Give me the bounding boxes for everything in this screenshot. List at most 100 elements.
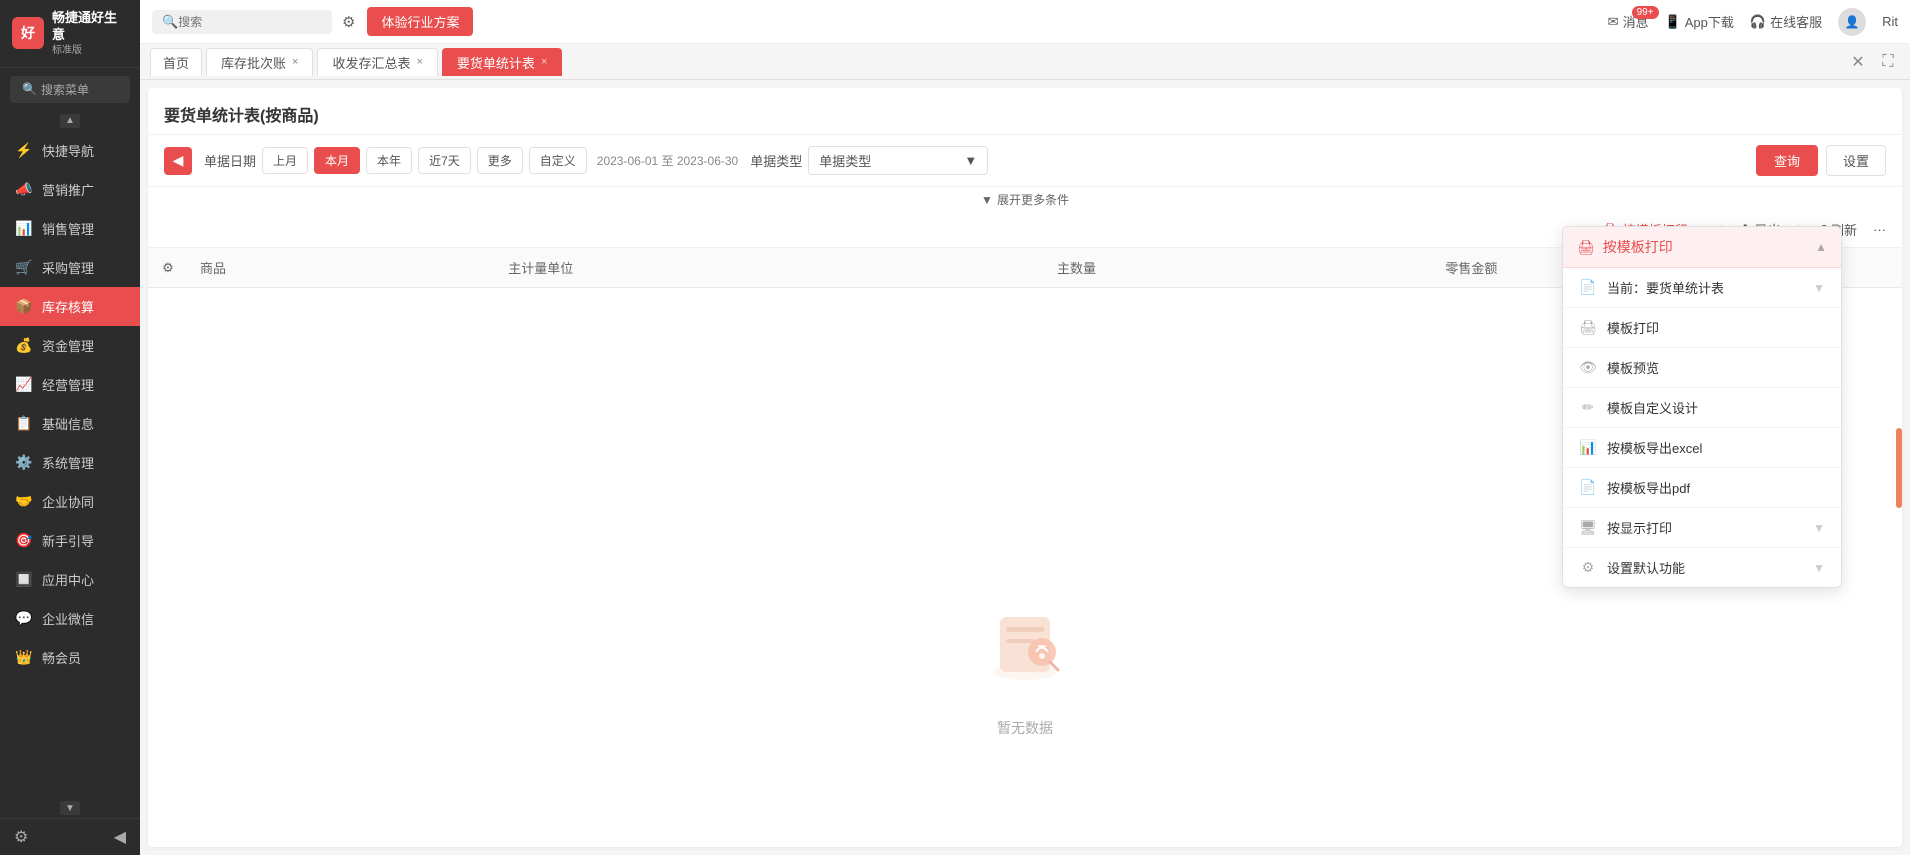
sidebar-item-quick-nav[interactable]: ⚡ 快捷导航 bbox=[0, 131, 140, 170]
dropdown-default-func[interactable]: ⚙ 设置默认功能 ▼ bbox=[1563, 548, 1841, 587]
filter-toggle-btn[interactable]: ◀ bbox=[164, 147, 192, 175]
page-title: 要货单统计表(按商品) bbox=[164, 102, 1886, 126]
sidebar-item-newbie[interactable]: 🎯 新手引导 bbox=[0, 521, 140, 560]
scroll-up-btn[interactable]: ▲ bbox=[60, 114, 80, 128]
tab-close-all-btn[interactable]: ✕ bbox=[1846, 50, 1870, 74]
settings-button[interactable]: 设置 bbox=[1826, 145, 1886, 176]
dropdown-display-left: 🖥 按显示打印 bbox=[1579, 518, 1672, 537]
tab-order-stats[interactable]: 要货单统计表 × bbox=[442, 48, 562, 76]
sidebar-collapse-btn[interactable]: ◀ bbox=[114, 827, 126, 847]
sidebar-item-system[interactable]: ⚙️ 系统管理 bbox=[0, 443, 140, 482]
expand-label: 展开更多条件 bbox=[997, 191, 1069, 208]
filter-type-group: 单据类型 单据类型 ▼ bbox=[750, 146, 988, 175]
topbar: 🔍 ⚙ 体验行业方案 ✉ 消息 99+ 📱 App下载 🎧 在线客服 👤 Rit bbox=[140, 0, 1910, 44]
tab-order-stats-close[interactable]: × bbox=[541, 56, 547, 68]
sidebar-item-vip[interactable]: 👑 畅会员 bbox=[0, 638, 140, 677]
dropdown-current-template[interactable]: 📄 当前：要货单统计表 ▼ bbox=[1563, 268, 1841, 308]
template-print-label: 模板打印 bbox=[1607, 318, 1659, 337]
filter-date-current-month[interactable]: 本月 bbox=[314, 147, 360, 174]
topbar-app-download[interactable]: 📱 App下载 bbox=[1665, 12, 1734, 31]
sidebar-logo: 好 畅捷通好生意 标准版 bbox=[0, 0, 140, 68]
sidebar-item-inventory[interactable]: 📦 库存核算 bbox=[0, 287, 140, 326]
filter-date-label: 单据日期 bbox=[204, 151, 256, 170]
user-avatar[interactable]: 👤 bbox=[1838, 8, 1866, 36]
sidebar-item-label-basic: 基础信息 bbox=[42, 414, 94, 433]
dropdown-header[interactable]: 🖨 按模板打印 ▲ bbox=[1563, 227, 1841, 268]
topbar-search-box[interactable]: 🔍 bbox=[152, 10, 332, 34]
app-version: 标准版 bbox=[52, 44, 128, 57]
empty-text: 暂无数据 bbox=[997, 718, 1053, 738]
app-download-icon: 📱 bbox=[1665, 14, 1681, 30]
print-dropdown-panel: 🖨 按模板打印 ▲ 📄 当前：要货单统计表 ▼ 🖨 模板打印 bbox=[1562, 226, 1842, 588]
system-icon: ⚙️ bbox=[14, 454, 34, 471]
filter-date-more[interactable]: 更多 bbox=[477, 147, 523, 174]
tab-receivable-summary[interactable]: 收发存汇总表 × bbox=[317, 48, 437, 76]
dropdown-current-label: 当前：要货单统计表 bbox=[1607, 278, 1724, 297]
dropdown-template-excel[interactable]: 📊 按模板导出excel bbox=[1563, 428, 1841, 468]
inventory-icon: 📦 bbox=[14, 298, 34, 315]
sidebar-item-wechat[interactable]: 💬 企业微信 bbox=[0, 599, 140, 638]
dropdown-template-custom-design[interactable]: ✏ 模板自定义设计 bbox=[1563, 388, 1841, 428]
dropdown-template-preview[interactable]: 👁 模板预览 bbox=[1563, 348, 1841, 388]
topbar-messages[interactable]: ✉ 消息 99+ bbox=[1608, 12, 1649, 31]
messages-badge: 99+ bbox=[1632, 6, 1659, 19]
more-icon: ··· bbox=[1873, 222, 1886, 237]
scroll-down-btn[interactable]: ▼ bbox=[60, 801, 80, 815]
tab-home[interactable]: 首页 bbox=[150, 48, 202, 76]
filter-date-7days[interactable]: 近7天 bbox=[418, 147, 471, 174]
current-template-chevron: ▼ bbox=[1813, 281, 1825, 295]
page-container: 要货单统计表(按商品) ◀ 单据日期 上月 本月 本年 近7天 更多 自定义 2… bbox=[148, 88, 1902, 847]
more-options-btn[interactable]: ··· bbox=[1873, 222, 1886, 237]
topbar-gear-icon[interactable]: ⚙ bbox=[342, 13, 355, 31]
template-design-icon: ✏ bbox=[1579, 399, 1597, 416]
filter-date-prev-month[interactable]: 上月 bbox=[262, 147, 308, 174]
sidebar-item-apps[interactable]: 🔲 应用中心 bbox=[0, 560, 140, 599]
sidebar-item-label-quick-nav: 快捷导航 bbox=[42, 141, 94, 160]
expand-icon: ▼ bbox=[981, 193, 993, 207]
trial-button[interactable]: 体验行业方案 bbox=[367, 7, 473, 36]
dropdown-display-print[interactable]: 🖥 按显示打印 ▼ bbox=[1563, 508, 1841, 548]
filter-date-group: 单据日期 上月 本月 本年 近7天 更多 自定义 2023-06-01 至 20… bbox=[204, 147, 738, 174]
topbar-search-input[interactable] bbox=[178, 15, 308, 29]
tab-batch-account-close[interactable]: × bbox=[292, 56, 298, 68]
sidebar-search[interactable]: 🔍 搜索菜单 bbox=[10, 76, 130, 103]
topbar-online-service[interactable]: 🎧 在线客服 bbox=[1750, 12, 1822, 31]
sidebar-item-basic[interactable]: 📋 基础信息 bbox=[0, 404, 140, 443]
username-label[interactable]: Rit bbox=[1882, 14, 1898, 29]
tab-batch-account[interactable]: 库存批次账 × bbox=[206, 48, 313, 76]
filter-date-range: 2023-06-01 至 2023-06-30 bbox=[597, 152, 738, 169]
wechat-icon: 💬 bbox=[14, 610, 34, 627]
topbar-right: ✉ 消息 99+ 📱 App下载 🎧 在线客服 👤 Rit bbox=[1608, 8, 1898, 36]
filter-date-year[interactable]: 本年 bbox=[366, 147, 412, 174]
sidebar-item-label-purchase: 采购管理 bbox=[42, 258, 94, 277]
filter-expand-btn[interactable]: ▼ 展开更多条件 bbox=[981, 191, 1069, 208]
pdf-icon: 📄 bbox=[1579, 479, 1597, 496]
dropdown-template-print[interactable]: 🖨 模板打印 bbox=[1563, 308, 1841, 348]
sidebar-item-sales[interactable]: 📊 销售管理 bbox=[0, 209, 140, 248]
sidebar-scroll-up[interactable]: ▲ bbox=[0, 111, 140, 131]
tab-home-label: 首页 bbox=[163, 53, 189, 72]
sidebar-item-finance[interactable]: 💰 资金管理 bbox=[0, 326, 140, 365]
sidebar-item-operation[interactable]: 📈 经营管理 bbox=[0, 365, 140, 404]
sidebar-settings-btn[interactable]: ⚙ bbox=[14, 827, 28, 847]
col-settings[interactable]: ⚙ bbox=[148, 248, 188, 288]
filter-type-placeholder: 单据类型 bbox=[819, 151, 871, 170]
right-scrollbar[interactable] bbox=[1896, 428, 1902, 508]
filter-bar: ◀ 单据日期 上月 本月 本年 近7天 更多 自定义 2023-06-01 至 … bbox=[148, 135, 1902, 187]
sales-icon: 📊 bbox=[14, 220, 34, 237]
tab-receivable-summary-close[interactable]: × bbox=[416, 56, 422, 68]
query-button[interactable]: 查询 bbox=[1756, 145, 1818, 176]
dropdown-chevron-up-icon: ▲ bbox=[1815, 240, 1827, 254]
filter-date-custom[interactable]: 自定义 bbox=[529, 147, 587, 174]
tab-receivable-summary-label: 收发存汇总表 bbox=[332, 53, 410, 72]
tab-maximize-btn[interactable]: ⛶ bbox=[1876, 50, 1900, 74]
sidebar-item-purchase[interactable]: 🛒 采购管理 bbox=[0, 248, 140, 287]
sidebar-item-label-cooperation: 企业协同 bbox=[42, 492, 94, 511]
dropdown-template-pdf[interactable]: 📄 按模板导出pdf bbox=[1563, 468, 1841, 508]
sidebar-scroll-down[interactable]: ▼ bbox=[0, 798, 140, 818]
sidebar-item-marketing[interactable]: 📣 营销推广 bbox=[0, 170, 140, 209]
tabs-actions: ✕ ⛶ bbox=[1846, 50, 1900, 74]
sidebar-item-label-finance: 资金管理 bbox=[42, 336, 94, 355]
sidebar-item-cooperation[interactable]: 🤝 企业协同 bbox=[0, 482, 140, 521]
filter-type-select[interactable]: 单据类型 ▼ bbox=[808, 146, 988, 175]
